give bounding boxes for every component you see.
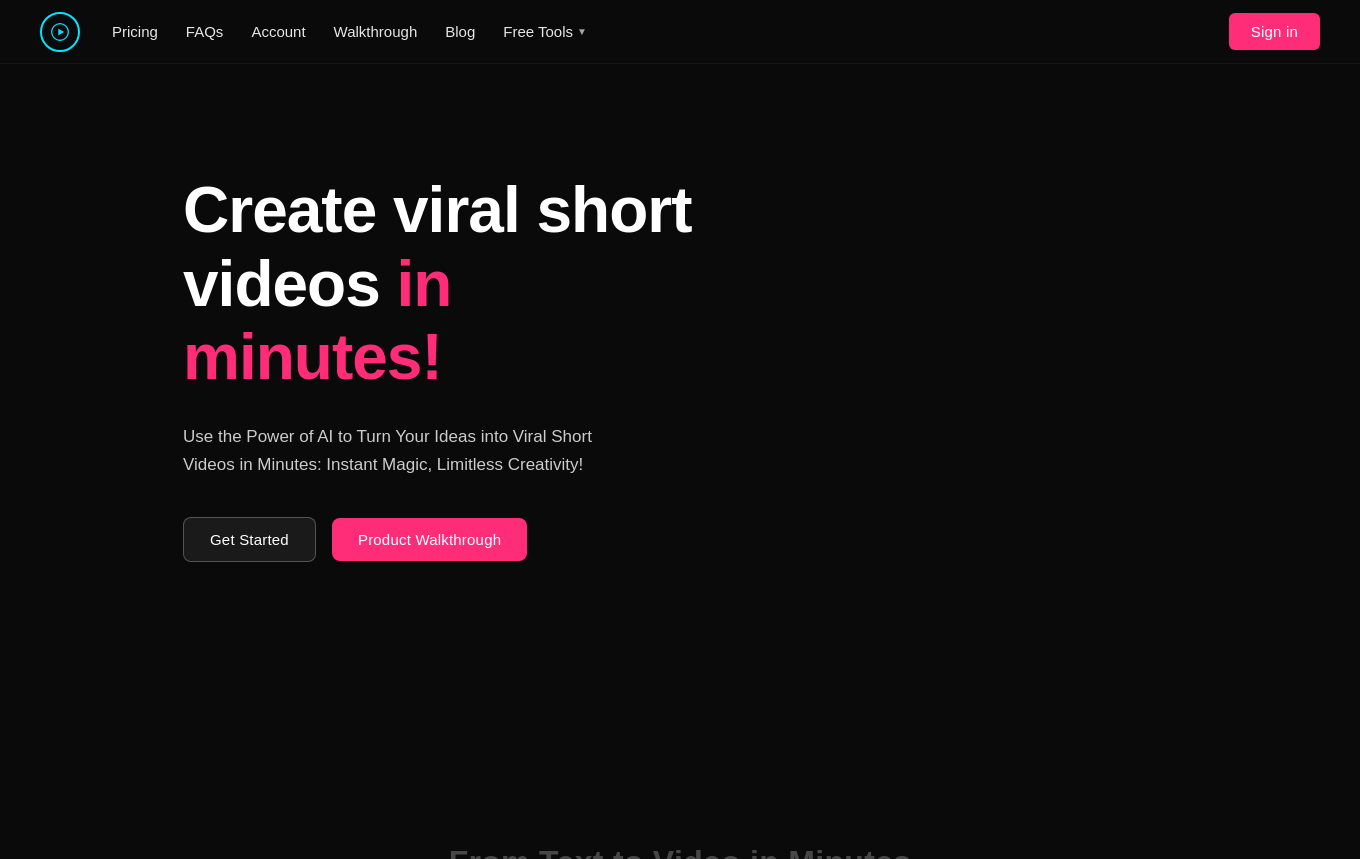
bottom-heading: From Text to Video in Minutes	[0, 844, 1360, 859]
nav-link-account[interactable]: Account	[251, 23, 305, 40]
get-started-button[interactable]: Get Started	[183, 517, 316, 562]
nav-links: Pricing FAQs Account Walkthrough Blog Fr…	[112, 23, 587, 41]
hero-subtext: Use the Power of AI to Turn Your Ideas i…	[183, 423, 623, 479]
bottom-section: From Text to Video in Minutes	[0, 784, 1360, 859]
sign-in-button[interactable]: Sign in	[1229, 13, 1320, 50]
navbar: Pricing FAQs Account Walkthrough Blog Fr…	[0, 0, 1360, 64]
nav-item-blog[interactable]: Blog	[445, 23, 475, 41]
chevron-down-icon: ▼	[577, 26, 587, 37]
hero-section: Create viral short videos in minutes! Us…	[0, 64, 1360, 744]
nav-link-blog[interactable]: Blog	[445, 23, 475, 40]
nav-link-faqs[interactable]: FAQs	[186, 23, 224, 40]
hero-buttons: Get Started Product Walkthrough	[183, 517, 1360, 562]
nav-link-free-tools[interactable]: Free Tools ▼	[503, 23, 587, 40]
navbar-left: Pricing FAQs Account Walkthrough Blog Fr…	[40, 12, 587, 52]
product-walkthrough-button[interactable]: Product Walkthrough	[332, 518, 527, 561]
nav-item-pricing[interactable]: Pricing	[112, 23, 158, 41]
nav-item-free-tools[interactable]: Free Tools ▼	[503, 23, 587, 40]
nav-link-pricing[interactable]: Pricing	[112, 23, 158, 40]
nav-link-walkthrough[interactable]: Walkthrough	[334, 23, 418, 40]
svg-marker-1	[58, 28, 64, 35]
nav-item-faqs[interactable]: FAQs	[186, 23, 224, 41]
nav-item-account[interactable]: Account	[251, 23, 305, 41]
nav-item-walkthrough[interactable]: Walkthrough	[334, 23, 418, 41]
logo[interactable]	[40, 12, 80, 52]
hero-heading: Create viral short videos in minutes!	[183, 174, 703, 395]
